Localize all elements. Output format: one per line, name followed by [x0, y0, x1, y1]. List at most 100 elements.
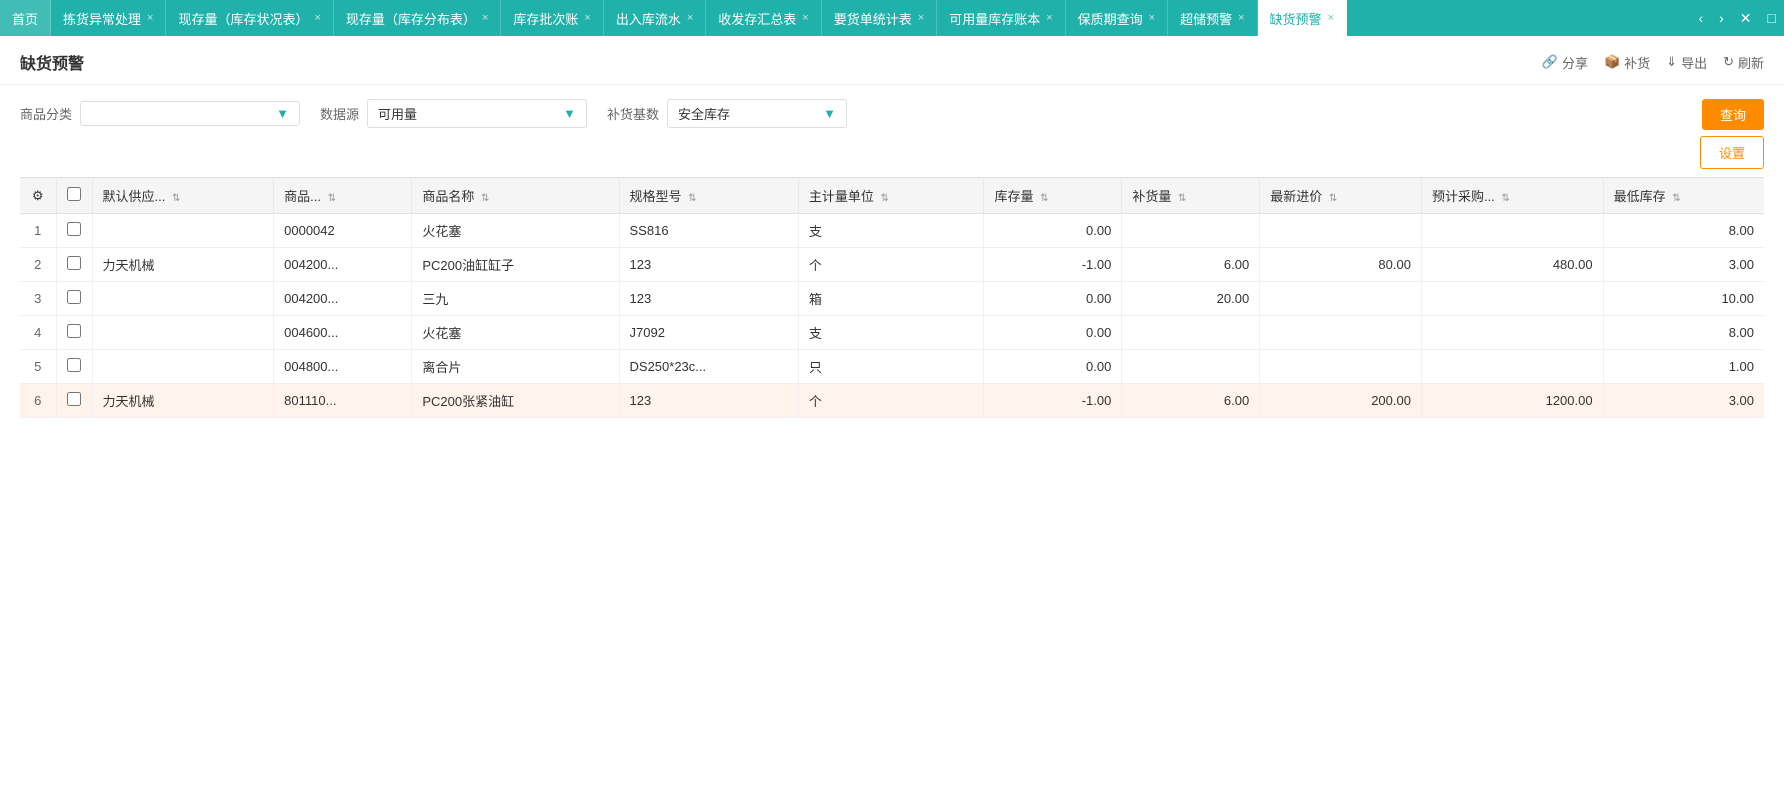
datasource-filter-group: 数据源 可用量 ▼ [320, 99, 587, 128]
shortage-table: ⚙ 默认供应... ⇅ 商品... ⇅ 商品名称 ⇅ [20, 177, 1764, 418]
tab-shortage[interactable]: 缺货预警 × [1258, 0, 1347, 36]
tab-label: 出入库流水 [616, 9, 681, 28]
sort-icon: ⇅ [1040, 193, 1048, 204]
replenish-button[interactable]: 📦 补货 [1604, 53, 1650, 72]
replenish-base-filter-group: 补货基数 安全库存 ▼ [607, 99, 847, 128]
row-checkbox[interactable] [67, 392, 81, 406]
category-dropdown-icon: ▼ [276, 106, 289, 121]
row-checkbox[interactable] [67, 290, 81, 304]
column-replenish[interactable]: 补货量 ⇅ [1122, 178, 1260, 214]
tab-prev-button[interactable]: ‹ [1690, 0, 1711, 36]
query-button[interactable]: 查询 [1702, 99, 1764, 130]
datasource-select[interactable]: 可用量 ▼ [367, 99, 587, 128]
tab-expiry[interactable]: 保质期查询 × [1066, 0, 1168, 36]
refresh-button[interactable]: ↻ 刷新 [1723, 53, 1764, 72]
row-stock-cell: 0.00 [984, 316, 1122, 350]
tab-close-icon[interactable]: × [314, 12, 320, 24]
replenish-base-select[interactable]: 安全库存 ▼ [667, 99, 847, 128]
column-supplier[interactable]: 默认供应... ⇅ [92, 178, 274, 214]
tab-close-icon[interactable]: × [1328, 12, 1334, 24]
row-product-name-cell: PC200张紧油缸 [412, 384, 619, 418]
column-latest-price[interactable]: 最新进价 ⇅ [1260, 178, 1422, 214]
tab-close-window-button[interactable]: ✕ [1732, 0, 1760, 36]
tab-order-stats[interactable]: 要货单统计表 × [822, 0, 937, 36]
column-gear[interactable]: ⚙ [20, 178, 56, 214]
category-filter-label: 商品分类 [20, 104, 72, 123]
row-product-name-cell: PC200油缸缸子 [412, 248, 619, 282]
export-button[interactable]: ⇓ 导出 [1666, 53, 1707, 72]
row-product-code-cell: 801110... [274, 384, 412, 418]
row-checkbox[interactable] [67, 222, 81, 236]
share-icon: 🔗 [1542, 54, 1558, 70]
settings-button[interactable]: 设置 [1700, 136, 1764, 169]
tab-batch[interactable]: 库存批次账 × [501, 0, 603, 36]
tab-close-icon[interactable]: × [1046, 12, 1052, 24]
row-stock-cell: 0.00 [984, 214, 1122, 248]
tab-close-icon[interactable]: × [687, 12, 693, 24]
row-checkbox-cell [56, 316, 92, 350]
tab-label: 收发存汇总表 [718, 9, 796, 28]
row-checkbox-cell [56, 384, 92, 418]
row-num-cell: 1 [20, 214, 56, 248]
row-product-name-cell: 离合片 [412, 350, 619, 384]
row-stock-cell: -1.00 [984, 248, 1122, 282]
tab-close-icon[interactable]: × [584, 12, 590, 24]
row-checkbox[interactable] [67, 324, 81, 338]
column-product-code[interactable]: 商品... ⇅ [274, 178, 412, 214]
row-stock-cell: 0.00 [984, 350, 1122, 384]
row-checkbox-cell [56, 214, 92, 248]
tab-home[interactable]: 首页 [0, 0, 51, 36]
column-product-name[interactable]: 商品名称 ⇅ [412, 178, 619, 214]
row-replenish-cell [1122, 350, 1260, 384]
row-product-code-cell: 0000042 [274, 214, 412, 248]
tab-flow[interactable]: 出入库流水 × [604, 0, 706, 36]
category-select[interactable]: ▼ [80, 101, 300, 126]
row-est-purchase-cell [1421, 214, 1603, 248]
tab-close-icon[interactable]: × [802, 12, 808, 24]
tab-stock-dist[interactable]: 现存量（库存分布表） × [334, 0, 501, 36]
row-num-cell: 6 [20, 384, 56, 418]
column-spec[interactable]: 规格型号 ⇅ [619, 178, 798, 214]
tab-next-button[interactable]: › [1711, 0, 1732, 36]
tab-close-icon[interactable]: × [918, 12, 924, 24]
column-unit[interactable]: 主计量单位 ⇅ [798, 178, 984, 214]
tab-close-icon[interactable]: × [1238, 12, 1244, 24]
row-unit-cell: 支 [798, 214, 984, 248]
row-spec-cell: DS250*23c... [619, 350, 798, 384]
share-button[interactable]: 🔗 分享 [1542, 53, 1588, 72]
row-product-name-cell: 火花塞 [412, 214, 619, 248]
column-stock[interactable]: 库存量 ⇅ [984, 178, 1122, 214]
tab-picking[interactable]: 拣货异常处理 × [51, 0, 166, 36]
sort-icon: ⇅ [1178, 193, 1186, 204]
tab-overstock[interactable]: 超储预警 × [1168, 0, 1257, 36]
tab-maximize-button[interactable]: □ [1760, 0, 1784, 36]
column-est-purchase[interactable]: 预计采购... ⇅ [1421, 178, 1603, 214]
row-spec-cell: 123 [619, 248, 798, 282]
tab-close-icon[interactable]: × [1149, 12, 1155, 24]
tab-summary[interactable]: 收发存汇总表 × [706, 0, 821, 36]
replenish-icon: 📦 [1604, 54, 1620, 70]
row-min-stock-cell: 3.00 [1603, 248, 1764, 282]
row-stock-cell: -1.00 [984, 384, 1122, 418]
tab-label: 拣货异常处理 [63, 9, 141, 28]
tab-close-icon[interactable]: × [147, 12, 153, 24]
row-product-code-cell: 004600... [274, 316, 412, 350]
row-checkbox[interactable] [67, 358, 81, 372]
category-filter-group: 商品分类 ▼ [20, 101, 300, 126]
tab-stock-status[interactable]: 现存量（库存状况表） × [166, 0, 333, 36]
tab-label: 超储预警 [1180, 9, 1232, 28]
row-checkbox[interactable] [67, 256, 81, 270]
tab-available-ledger[interactable]: 可用量库存账本 × [937, 0, 1065, 36]
column-min-stock[interactable]: 最低库存 ⇅ [1603, 178, 1764, 214]
select-all-checkbox[interactable] [67, 187, 81, 201]
row-stock-cell: 0.00 [984, 282, 1122, 316]
export-label: 导出 [1681, 53, 1707, 72]
tab-close-icon[interactable]: × [482, 12, 488, 24]
row-est-purchase-cell [1421, 350, 1603, 384]
tab-label: 首页 [12, 9, 38, 28]
share-label: 分享 [1562, 53, 1588, 72]
sort-icon: ⇅ [328, 193, 336, 204]
table-row: 4 004600... 火花塞 J7092 支 0.00 8.00 [20, 316, 1764, 350]
row-supplier-cell [92, 350, 274, 384]
row-spec-cell: J7092 [619, 316, 798, 350]
